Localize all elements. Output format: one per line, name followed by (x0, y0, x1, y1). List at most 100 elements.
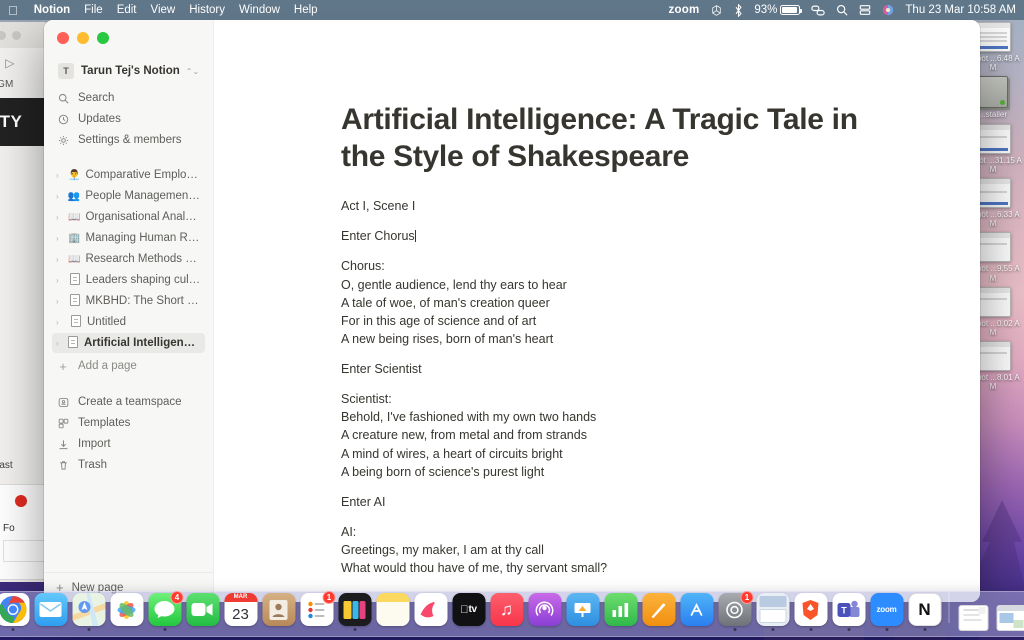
menu-item-view[interactable]: View (151, 4, 176, 16)
chevron-right-icon[interactable]: › (56, 192, 63, 201)
bookmark-gmail[interactable]: M GM (0, 70, 50, 90)
zoom-label: zoom (876, 605, 897, 614)
search-icon (56, 93, 70, 104)
chevron-right-icon[interactable]: › (56, 213, 63, 222)
menu-item-history[interactable]: History (189, 4, 225, 16)
add-a-page-button[interactable]: + Add a page (52, 356, 205, 376)
sidebar-item-create-teamspace[interactable]: Create a teamspace (52, 392, 205, 412)
dock-item-reminders[interactable]: 1 (300, 591, 336, 631)
apple-menu-icon[interactable]:  (8, 4, 18, 17)
svg-text:T: T (841, 605, 847, 615)
dock: 4 MAR 23 1 tv ♫ 1 T zoom N (0, 591, 1024, 637)
dock-minimized-document[interactable] (957, 605, 991, 631)
sidebar-page-comparative-employment[interactable]: › 👨‍💼 Comparative Employme... (52, 165, 205, 185)
menu-item-edit[interactable]: Edit (117, 4, 137, 16)
dock-minimized-browser[interactable] (995, 605, 1024, 631)
openai-icon[interactable] (710, 4, 723, 17)
dock-item-screenshot-app[interactable] (756, 593, 790, 631)
menu-item-help[interactable]: Help (294, 4, 318, 16)
dock-item-brave[interactable] (794, 593, 828, 631)
sidebar-page-untitled[interactable]: › Untitled (52, 312, 205, 332)
search-icon[interactable] (836, 4, 848, 16)
document-line: For in this age of science and of art (341, 313, 537, 328)
menu-status-zoom[interactable]: zoom (669, 4, 700, 16)
document-block[interactable]: AI: Greetings, my maker, I am at thy cal… (341, 523, 861, 577)
document-block[interactable]: Scientist: Behold, I've fashioned with m… (341, 390, 861, 481)
chevron-right-icon[interactable]: › (56, 171, 63, 180)
sidebar-page-mkbhd-short-film[interactable]: › MKBHD: The Short Film (52, 291, 205, 311)
dock-item-calendar[interactable]: MAR 23 (224, 593, 258, 631)
minimize-icon[interactable] (0, 30, 6, 40)
menu-clock[interactable]: Thu 23 Mar 10:58 AM (905, 4, 1016, 16)
chevron-right-icon[interactable]: › (56, 297, 64, 306)
dock-item-keynote[interactable] (566, 593, 600, 631)
close-button[interactable] (57, 32, 69, 44)
document-block[interactable]: Enter Scientist (341, 360, 861, 378)
sidebar-page-organisational-analysis[interactable]: › 📖 Organisational Analysis,... (52, 207, 205, 227)
menu-item-notion[interactable]: Notion (34, 4, 70, 16)
minimize-button[interactable] (77, 32, 89, 44)
dock-item-teams[interactable]: T (832, 593, 866, 631)
battery-status[interactable]: 93% (754, 4, 803, 16)
sidebar-item-search[interactable]: Search (52, 88, 205, 108)
siri-icon[interactable] (882, 4, 894, 16)
background-input[interactable] (3, 540, 47, 562)
menu-item-window[interactable]: Window (239, 4, 280, 16)
dock-item-chrome[interactable] (0, 593, 30, 631)
document-block[interactable]: Enter Chorus (341, 227, 861, 245)
dock-item-music[interactable]: ♫ (490, 593, 524, 631)
chevron-right-icon[interactable]: › (56, 255, 63, 264)
dock-item-maps[interactable] (72, 593, 106, 631)
sidebar-page-research-methods[interactable]: › 📖 Research Methods and ... (52, 249, 205, 269)
bluetooth-icon[interactable] (734, 3, 743, 17)
chevron-right-icon[interactable]: › (56, 339, 63, 348)
dock-item-appstore[interactable] (680, 593, 714, 631)
dock-item-appletv[interactable]: tv (452, 593, 486, 631)
maximize-icon[interactable] (12, 30, 21, 40)
dock-item-numbers[interactable] (604, 593, 638, 631)
chevron-right-icon[interactable]: › (56, 318, 64, 327)
dock-item-contacts[interactable] (262, 593, 296, 631)
page-title[interactable]: Artificial Intelligence: A Tragic Tale i… (341, 102, 861, 175)
dock-item-facetime[interactable] (186, 593, 220, 631)
maximize-button[interactable] (97, 32, 109, 44)
dock-item-settings[interactable]: 1 (718, 591, 754, 631)
document-block[interactable]: Enter AI (341, 493, 861, 511)
sidebar-page-leaders-shaping-culture[interactable]: › Leaders shaping culture (52, 270, 205, 290)
dock-item-news[interactable] (414, 593, 448, 631)
screenshot-app-icon (756, 593, 789, 626)
display-icon[interactable] (859, 4, 871, 16)
workspace-switcher[interactable]: T Tarun Tej's Notion ⌃⌄ (54, 60, 205, 82)
chevron-right-icon[interactable]: › (56, 234, 63, 243)
forward-icon[interactable]: ▷ (5, 56, 14, 70)
dock-item-podcasts[interactable] (528, 593, 562, 631)
dock-item-photos[interactable] (110, 593, 144, 631)
document-block[interactable]: Chorus: O, gentle audience, lend thy ear… (341, 257, 861, 348)
sidebar-item-settings[interactable]: Settings & members (52, 130, 205, 150)
sidebar-secondary-nav: Create a teamspace Templates Import Tras… (44, 392, 213, 476)
dock-item-notes[interactable] (376, 593, 410, 631)
document-block[interactable]: Act I, Scene I (341, 197, 861, 215)
sidebar-item-updates[interactable]: Updates (52, 109, 205, 129)
document-icon (69, 314, 82, 330)
dock-item-mail[interactable] (34, 593, 68, 631)
chevron-right-icon[interactable]: › (56, 276, 64, 285)
dock-item-pages[interactable] (642, 593, 676, 631)
background-browser-window[interactable]: ◁ ▷ M GM TY Yoast Fo Post (0, 22, 50, 582)
sidebar-page-people-management[interactable]: › 👥 People Management 7H... (52, 186, 205, 206)
sidebar-page-managing-human-resources[interactable]: › 🏢 Managing Human Reso... (52, 228, 205, 248)
menu-item-file[interactable]: File (84, 4, 103, 16)
sidebar-item-templates[interactable]: Templates (52, 413, 205, 433)
sidebar-page-artificial-intelligence[interactable]: › Artificial Intelligence: A... (52, 333, 205, 353)
dock-item-zoom[interactable]: zoom (870, 593, 904, 631)
dock-item-messages[interactable]: 4 (148, 591, 184, 631)
notion-sidebar: T Tarun Tej's Notion ⌃⌄ Search Updates S… (44, 20, 214, 602)
screenshot-thumbnail-icon (975, 22, 1011, 52)
dock-item-notion[interactable]: N (908, 593, 942, 631)
sidebar-item-import[interactable]: Import (52, 434, 205, 454)
dock-item-photobooth[interactable] (338, 593, 372, 631)
import-icon (56, 439, 70, 450)
notion-editor[interactable]: Artificial Intelligence: A Tragic Tale i… (214, 20, 980, 602)
sidebar-item-trash[interactable]: Trash (52, 455, 205, 475)
control-center-icon[interactable] (811, 5, 826, 16)
